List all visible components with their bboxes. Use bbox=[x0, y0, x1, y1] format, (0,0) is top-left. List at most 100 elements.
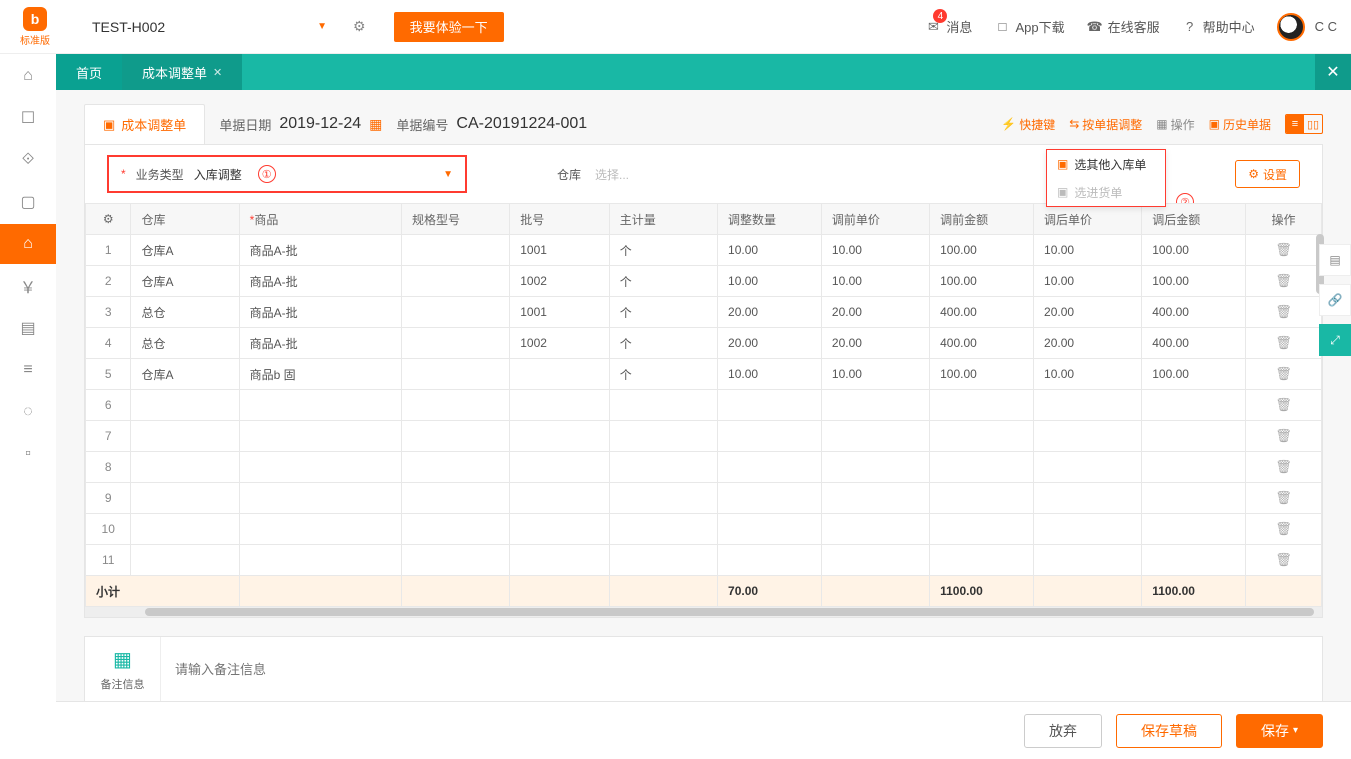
history-button[interactable]: ▣历史单据 bbox=[1209, 116, 1271, 133]
avatar[interactable] bbox=[1277, 13, 1305, 41]
popup-purchase: ▣选进货单 bbox=[1047, 178, 1165, 206]
rail-expand-icon[interactable]: ⤢ bbox=[1319, 324, 1351, 356]
table-header-row: ⚙ 仓库 *商品 规格型号 批号 主计量 调整数量 调前单价 调前金额 调后单价… bbox=[86, 204, 1322, 235]
order-source-popup: ▣选其他入库单 ▣选进货单 bbox=[1046, 149, 1166, 207]
settings-button[interactable]: ⚙设置 bbox=[1235, 160, 1300, 188]
sidebar-home-icon[interactable]: ⌂ bbox=[18, 66, 38, 86]
tenant-name: TEST-H002 bbox=[92, 19, 165, 35]
warehouse-select[interactable]: 仓库 选择... bbox=[557, 166, 629, 183]
tenant-select[interactable]: TEST-H002 ▼ bbox=[82, 12, 337, 42]
doc-number-value: CA-20191224-001 bbox=[456, 115, 587, 133]
phone-icon: □ bbox=[994, 19, 1010, 35]
popup-other-inbound[interactable]: ▣选其他入库单 bbox=[1047, 150, 1165, 178]
remark-panel: ▦ 备注信息 bbox=[84, 636, 1323, 702]
sidebar: ⌂ ☐ ⟐ ▢ ⌂ ￥ ▤ ≡ ◌ ▫ bbox=[0, 54, 56, 759]
doc-icon: ▣ bbox=[1057, 185, 1068, 199]
calendar-icon[interactable]: ▦ bbox=[369, 116, 382, 133]
sidebar-bag-icon[interactable]: ▢ bbox=[18, 192, 38, 212]
headset-icon: ☎ bbox=[1087, 19, 1103, 35]
online-service-link[interactable]: ☎ 在线客服 bbox=[1087, 17, 1160, 36]
table-row[interactable]: 3总仓商品A-批1001个20.0020.00400.0020.00400.00… bbox=[86, 297, 1322, 328]
sidebar-house-icon[interactable]: ⟐ bbox=[18, 150, 38, 170]
horizontal-scrollbar[interactable] bbox=[85, 607, 1322, 617]
save-draft-button[interactable]: 保存草稿 bbox=[1116, 714, 1222, 748]
sidebar-money-icon[interactable]: ￥ bbox=[18, 276, 38, 296]
document-icon: ▣ bbox=[103, 117, 115, 133]
list-view-icon[interactable]: ≡ bbox=[1286, 115, 1304, 133]
view-toggle[interactable]: ≡ ▯▯ bbox=[1285, 114, 1323, 134]
logo: b 标准版 bbox=[14, 7, 56, 47]
right-rail: ▤ 🔗 ⤢ bbox=[1319, 244, 1351, 356]
table-row[interactable]: 5仓库A商品b 固个10.0010.00100.0010.00100.00🗑 bbox=[86, 359, 1322, 390]
ops-button[interactable]: ▦操作 bbox=[1156, 116, 1194, 133]
sidebar-new-icon[interactable]: ▫ bbox=[18, 444, 38, 464]
table-row[interactable]: 2仓库A商品A-批1002个10.0010.00100.0010.00100.0… bbox=[86, 266, 1322, 297]
delete-icon[interactable]: 🗑 bbox=[1275, 242, 1292, 257]
shortcut-button[interactable]: ⚡快捷键 bbox=[1001, 116, 1055, 133]
messages-link[interactable]: ✉ 消息 4 bbox=[925, 17, 972, 36]
delete-icon[interactable]: 🗑 bbox=[1275, 397, 1292, 412]
business-type-select[interactable]: * 业务类型 入库调整 ① ▼ bbox=[107, 155, 467, 193]
rail-link-icon[interactable]: 🔗 bbox=[1319, 284, 1351, 316]
note-icon: ▦ bbox=[113, 647, 132, 672]
data-table: ⚙ 仓库 *商品 规格型号 批号 主计量 调整数量 调前单价 调前金额 调后单价… bbox=[85, 203, 1322, 607]
remark-input[interactable] bbox=[161, 637, 1322, 701]
app-download-link[interactable]: □ App下载 bbox=[994, 17, 1064, 36]
sidebar-gift-icon[interactable]: ☐ bbox=[18, 108, 38, 128]
gear-icon: ⚙ bbox=[1248, 167, 1259, 181]
top-bar: b 标准版 TEST-H002 ▼ ⚙ 我要体验一下 ✉ 消息 4 □ App下… bbox=[0, 0, 1351, 54]
logo-icon: b bbox=[23, 7, 47, 31]
bolt-icon: ⚡ bbox=[1001, 117, 1016, 131]
annotation-1: ① bbox=[258, 165, 276, 183]
rail-note-icon[interactable]: ▤ bbox=[1319, 244, 1351, 276]
tab-home[interactable]: 首页 bbox=[56, 54, 122, 90]
logo-label: 标准版 bbox=[20, 32, 50, 47]
doc-toolbar: ⚡快捷键 ⇆按单据调整 ▦操作 ▣历史单据 ≡ ▯▯ bbox=[1001, 114, 1323, 134]
settings-icon[interactable]: ⚙ bbox=[353, 18, 366, 35]
document-tab[interactable]: ▣ 成本调整单 bbox=[84, 104, 205, 144]
table-row[interactable]: 7🗑 bbox=[86, 421, 1322, 452]
chevron-down-icon: ▼ bbox=[443, 169, 453, 180]
delete-icon[interactable]: 🗑 bbox=[1275, 428, 1292, 443]
sidebar-sync-icon[interactable]: ◌ bbox=[18, 402, 38, 422]
filter-row: * 业务类型 入库调整 ① ▼ 仓库 选择... ▣选其他入库单 ▣选进货单 ②… bbox=[85, 145, 1322, 203]
delete-icon[interactable]: 🗑 bbox=[1275, 304, 1292, 319]
discard-button[interactable]: 放弃 bbox=[1024, 714, 1102, 748]
doc-date-value[interactable]: 2019-12-24 bbox=[279, 115, 361, 133]
username: C C bbox=[1315, 19, 1337, 34]
tabstrip-close-icon[interactable]: ✕ bbox=[1315, 54, 1351, 90]
table-row[interactable]: 10🗑 bbox=[86, 514, 1322, 545]
sidebar-warehouse-icon[interactable]: ⌂ bbox=[0, 224, 56, 264]
delete-icon[interactable]: 🗑 bbox=[1275, 552, 1292, 567]
delete-icon[interactable]: 🗑 bbox=[1275, 273, 1292, 288]
save-button[interactable]: 保存▾ bbox=[1236, 714, 1323, 748]
sidebar-list-icon[interactable]: ≡ bbox=[18, 360, 38, 380]
table-row[interactable]: 1仓库A商品A-批1001个10.0010.00100.0010.00100.0… bbox=[86, 235, 1322, 266]
sidebar-report-icon[interactable]: ▤ bbox=[18, 318, 38, 338]
table-row[interactable]: 11🗑 bbox=[86, 545, 1322, 576]
history-icon: ▣ bbox=[1209, 117, 1220, 131]
tab-cost-adjust[interactable]: 成本调整单✕ bbox=[122, 54, 242, 90]
tab-strip: 首页 成本调整单✕ ✕ bbox=[56, 54, 1351, 90]
help-center-link[interactable]: ? 帮助中心 bbox=[1182, 17, 1255, 36]
card-view-icon[interactable]: ▯▯ bbox=[1304, 115, 1322, 133]
delete-icon[interactable]: 🗑 bbox=[1275, 490, 1292, 505]
content-panel: * 业务类型 入库调整 ① ▼ 仓库 选择... ▣选其他入库单 ▣选进货单 ②… bbox=[84, 144, 1323, 618]
trial-button[interactable]: 我要体验一下 bbox=[394, 12, 504, 42]
delete-icon[interactable]: 🗑 bbox=[1275, 459, 1292, 474]
footer-bar: 放弃 保存草稿 保存▾ bbox=[56, 701, 1351, 759]
grid-icon: ▦ bbox=[1156, 117, 1167, 131]
delete-icon[interactable]: 🗑 bbox=[1275, 366, 1292, 381]
delete-icon[interactable]: 🗑 bbox=[1275, 335, 1292, 350]
table-wrap: ⚙ 仓库 *商品 规格型号 批号 主计量 调整数量 调前单价 调前金额 调后单价… bbox=[85, 203, 1322, 617]
close-icon[interactable]: ✕ bbox=[213, 66, 222, 79]
delete-icon[interactable]: 🗑 bbox=[1275, 521, 1292, 536]
row-settings-header[interactable]: ⚙ bbox=[86, 204, 131, 235]
by-order-button[interactable]: ⇆按单据调整 bbox=[1069, 116, 1142, 133]
doc-date: 单据日期 2019-12-24 ▦ bbox=[219, 115, 382, 134]
table-row[interactable]: 6🗑 bbox=[86, 390, 1322, 421]
messages-badge: 4 bbox=[933, 9, 947, 23]
table-row[interactable]: 4总仓商品A-批1002个20.0020.00400.0020.00400.00… bbox=[86, 328, 1322, 359]
table-row[interactable]: 8🗑 bbox=[86, 452, 1322, 483]
table-row[interactable]: 9🗑 bbox=[86, 483, 1322, 514]
